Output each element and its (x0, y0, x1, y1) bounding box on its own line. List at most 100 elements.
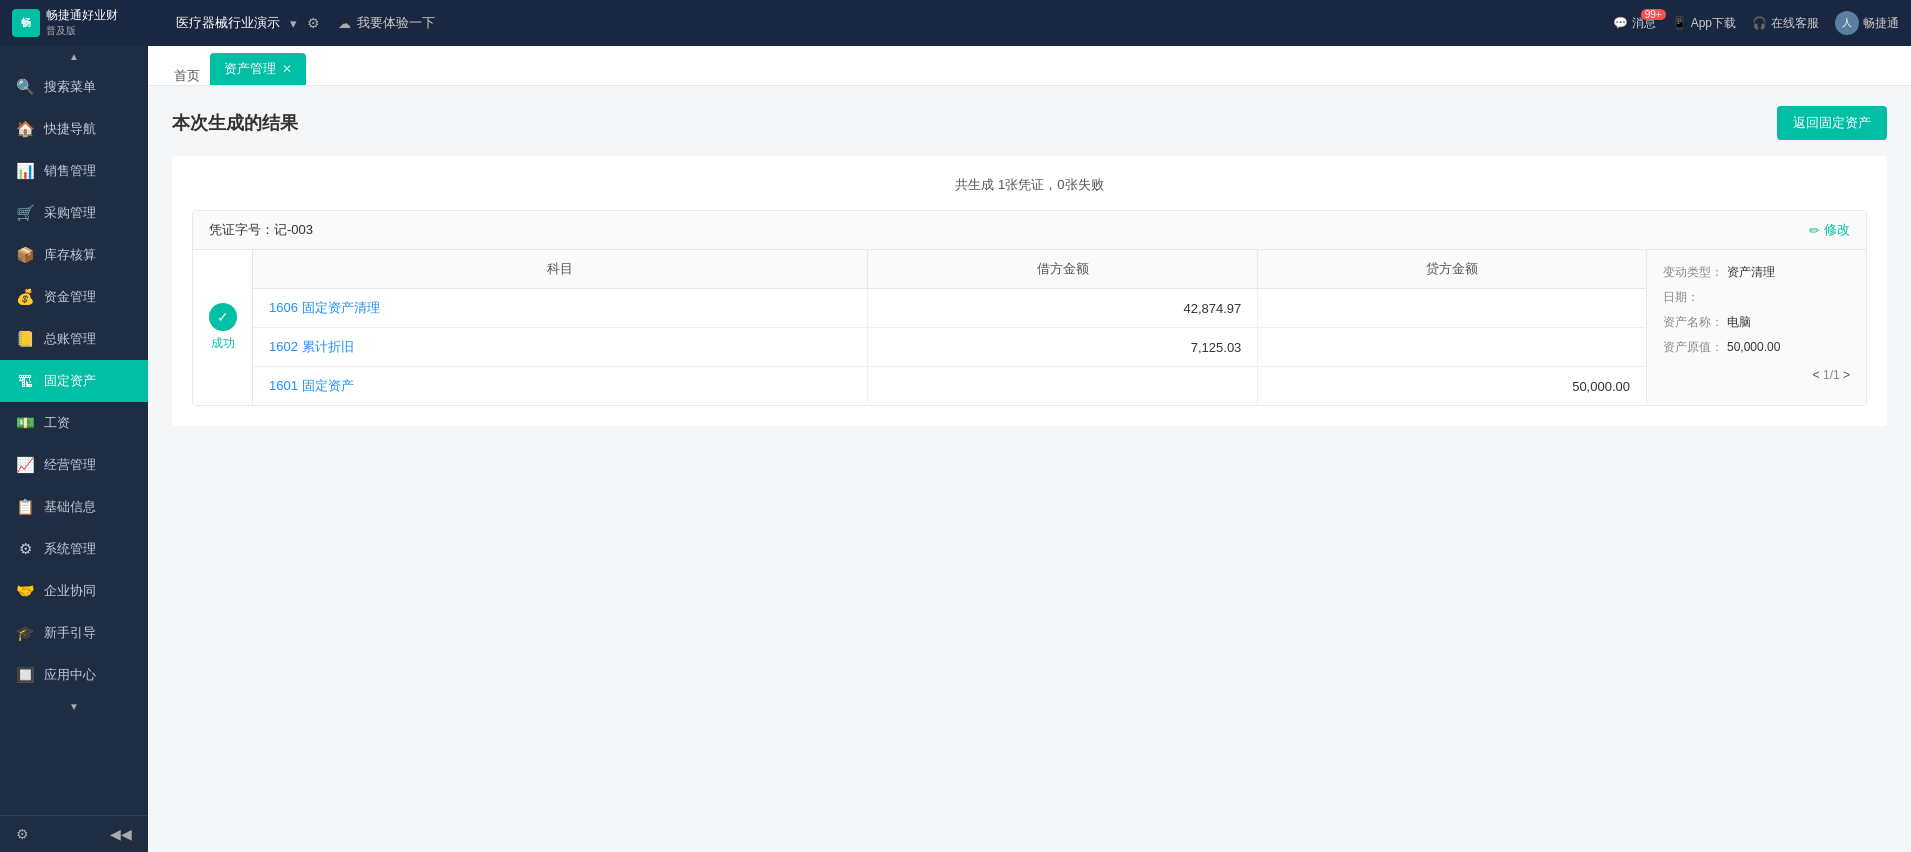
row3-debit (868, 367, 1258, 406)
sales-icon: 📊 (16, 162, 34, 180)
row3-credit: 50,000.00 (1258, 367, 1646, 406)
col-subject: 科目 (253, 250, 868, 289)
ledger-icon: 📒 (16, 330, 34, 348)
voucher-edit-button[interactable]: ✏ 修改 (1809, 221, 1850, 239)
voucher-header: 凭证字号：记-003 ✏ 修改 (193, 211, 1866, 250)
fixed-assets-icon: 🏗 (16, 372, 34, 390)
tab-bar: 首页 资产管理 ✕ (148, 46, 1911, 86)
messages-badge: 99+ (1641, 9, 1666, 20)
avatar: 人 (1835, 11, 1859, 35)
sidebar-collapse-icon[interactable]: ◀◀ (110, 826, 132, 842)
sidebar-item-system[interactable]: ⚙ 系统管理 (0, 528, 148, 570)
status-column: ✓ 成功 (193, 250, 253, 405)
basic-info-icon: 📋 (16, 498, 34, 516)
header-right: 💬 消息 99+ 📱 App下载 🎧 在线客服 人 畅捷通 (1613, 11, 1899, 35)
sidebar-item-guide[interactable]: 🎓 新手引导 (0, 612, 148, 654)
tab-asset-management[interactable]: 资产管理 ✕ (210, 53, 306, 85)
pagination-prev[interactable]: < (1813, 368, 1820, 382)
row3-subject: 1601 固定资产 (253, 367, 868, 406)
company-name: 医疗器械行业演示 (176, 14, 280, 32)
system-icon: ⚙ (16, 540, 34, 558)
sidebar-item-fund[interactable]: 💰 资金管理 (0, 276, 148, 318)
top-header: 畅 畅捷通好业财 普及版 医疗器械行业演示 ▾ ⚙ ☁ 我要体验一下 💬 消息 … (0, 0, 1911, 46)
change-type-row: 变动类型： 资产清理 (1663, 264, 1850, 281)
voucher-section: 凭证字号：记-003 ✏ 修改 ✓ 成功 (192, 210, 1867, 406)
header-center: 医疗器械行业演示 ▾ ⚙ ☁ 我要体验一下 (160, 14, 1613, 32)
app-download-btn[interactable]: 📱 App下载 (1672, 15, 1736, 32)
payroll-icon: 💵 (16, 414, 34, 432)
sidebar-item-ledger[interactable]: 📒 总账管理 (0, 318, 148, 360)
app-center-icon: 🔲 (16, 666, 34, 684)
status-text: 成功 (211, 335, 235, 352)
guide-icon: 🎓 (16, 624, 34, 642)
return-button[interactable]: 返回固定资产 (1777, 106, 1887, 140)
inventory-icon: 📦 (16, 246, 34, 264)
phone-icon: 📱 (1672, 16, 1687, 30)
sidebar-scroll-down[interactable]: ▼ (0, 696, 148, 716)
sidebar-scroll-up[interactable]: ▲ (0, 46, 148, 66)
sidebar-item-purchase[interactable]: 🛒 采购管理 (0, 192, 148, 234)
table-row: 1601 固定资产 50,000.00 (253, 367, 1646, 406)
row2-subject: 1602 累计折旧 (253, 328, 868, 367)
experience-btn[interactable]: 我要体验一下 (357, 14, 435, 32)
sidebar-item-basic-info[interactable]: 📋 基础信息 (0, 486, 148, 528)
brand-name: 畅捷通好业财 (46, 8, 118, 24)
content-area: 首页 资产管理 ✕ 本次生成的结果 返回固定资产 共生成 1张凭证，0张失败 凭… (148, 46, 1911, 852)
side-info-panel: 变动类型： 资产清理 日期： 资产名称： 电脑 (1646, 250, 1866, 405)
voucher-table-area: 科目 借方金额 贷方金额 1606 固定资产清理 42,874.97 (253, 250, 1646, 405)
row2-credit (1258, 328, 1646, 367)
purchase-icon: 🛒 (16, 204, 34, 222)
sidebar-item-quick-nav[interactable]: 🏠 快捷导航 (0, 108, 148, 150)
pagination-current: 1/1 (1823, 368, 1843, 382)
sidebar-bottom: ⚙ ◀◀ (0, 815, 148, 852)
online-service-btn[interactable]: 🎧 在线客服 (1752, 15, 1819, 32)
sidebar: ▲ 🔍 搜索菜单 🏠 快捷导航 📊 销售管理 🛒 采购管理 📦 库存核算 💰 资… (0, 46, 148, 852)
asset-name-value: 电脑 (1727, 314, 1751, 331)
tab-close-icon[interactable]: ✕ (282, 62, 292, 76)
asset-value-value: 50,000.00 (1727, 340, 1780, 354)
col-debit: 借方金额 (868, 250, 1258, 289)
voucher-number: 凭证字号：记-003 (209, 221, 313, 239)
side-info-pagination: < 1/1 > (1663, 368, 1850, 382)
table-row: 1602 累计折旧 7,125.03 (253, 328, 1646, 367)
settings-icon[interactable]: ⚙ (307, 15, 320, 31)
result-summary: 共生成 1张凭证，0张失败 (192, 176, 1867, 194)
sidebar-item-cooperation[interactable]: 🤝 企业协同 (0, 570, 148, 612)
brand-area: 畅 畅捷通好业财 普及版 (12, 8, 160, 38)
sidebar-settings-icon[interactable]: ⚙ (16, 826, 29, 842)
sidebar-item-fixed-assets[interactable]: 🏗 固定资产 (0, 360, 148, 402)
edit-icon: ✏ (1809, 223, 1820, 238)
headset-icon: 🎧 (1752, 16, 1767, 30)
page-header: 本次生成的结果 返回固定资产 (172, 106, 1887, 140)
brand-logo: 畅 (12, 9, 40, 37)
asset-name-row: 资产名称： 电脑 (1663, 314, 1850, 331)
home-icon: 🏠 (16, 120, 34, 138)
pagination-next[interactable]: > (1843, 368, 1850, 382)
row1-credit (1258, 289, 1646, 328)
sidebar-item-app-center[interactable]: 🔲 应用中心 (0, 654, 148, 696)
row1-subject: 1606 固定资产清理 (253, 289, 868, 328)
sidebar-item-payroll[interactable]: 💵 工资 (0, 402, 148, 444)
sidebar-item-operations[interactable]: 📈 经营管理 (0, 444, 148, 486)
search-icon: 🔍 (16, 78, 34, 96)
row2-debit: 7,125.03 (868, 328, 1258, 367)
cooperation-icon: 🤝 (16, 582, 34, 600)
operations-icon: 📈 (16, 456, 34, 474)
sidebar-item-search-menu[interactable]: 🔍 搜索菜单 (0, 66, 148, 108)
sidebar-item-sales[interactable]: 📊 销售管理 (0, 150, 148, 192)
tab-home[interactable]: 首页 (164, 67, 210, 85)
experience-btn-area: ☁ 我要体验一下 (338, 14, 435, 32)
messages-btn[interactable]: 💬 消息 99+ (1613, 15, 1656, 32)
asset-name-label: 资产名称： (1663, 314, 1723, 331)
col-credit: 贷方金额 (1258, 250, 1646, 289)
page-content: 本次生成的结果 返回固定资产 共生成 1张凭证，0张失败 凭证字号：记-003 … (148, 86, 1911, 852)
company-dropdown-icon[interactable]: ▾ (290, 16, 297, 31)
user-area[interactable]: 人 畅捷通 (1835, 11, 1899, 35)
date-label: 日期： (1663, 289, 1699, 306)
voucher-table: 科目 借方金额 贷方金额 1606 固定资产清理 42,874.97 (253, 250, 1646, 405)
date-row: 日期： (1663, 289, 1850, 306)
sidebar-item-inventory[interactable]: 📦 库存核算 (0, 234, 148, 276)
table-row: 1606 固定资产清理 42,874.97 (253, 289, 1646, 328)
voucher-body: ✓ 成功 科目 借方金额 贷方金额 (193, 250, 1866, 405)
change-type-value: 资产清理 (1727, 264, 1775, 281)
